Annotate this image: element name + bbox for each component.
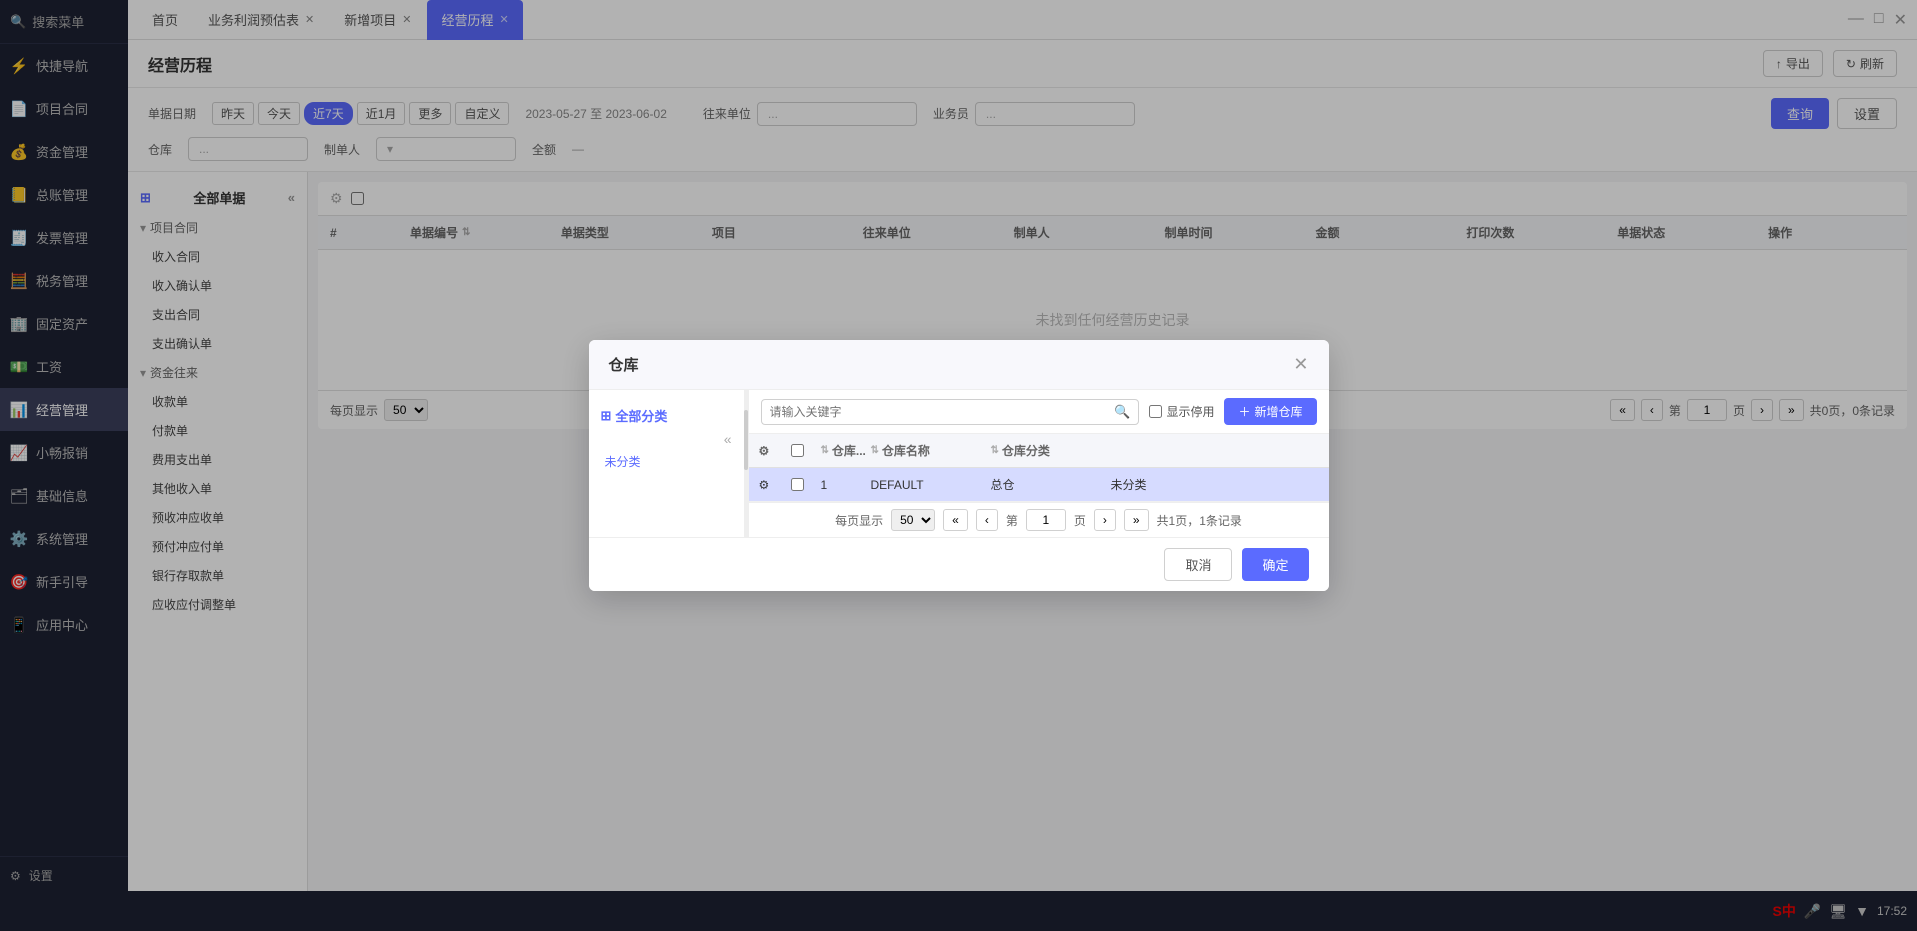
modal-overlay: 仓库 ✕ ⊞ 全部分类 « 未分类	[0, 0, 1917, 931]
modal-toolbar: 🔍 显示停用 ＋ 新增仓库	[749, 390, 1329, 434]
modal-per-page-select[interactable]: 50	[891, 509, 935, 531]
all-category-icon: ⊞	[601, 408, 612, 424]
modal-table-footer: 每页显示 50 « ‹ 第 页 › » 共1页，1条记录	[749, 502, 1329, 537]
modal-confirm-button[interactable]: 确定	[1242, 548, 1308, 581]
modal-title: 仓库	[609, 354, 639, 375]
modal-th-check	[781, 434, 811, 467]
row-checkbox[interactable]	[791, 478, 804, 491]
modal-left-unclassified[interactable]: 未分类	[589, 447, 748, 476]
row-id: DEFAULT	[861, 468, 981, 501]
modal-table: ⚙ ⇅ 仓库... ⇅ 仓库名称 ⇅	[749, 434, 1329, 502]
modal-left-header: ⊞ 全部分类	[589, 400, 748, 431]
modal-next-page[interactable]: ›	[1094, 509, 1116, 531]
show-disabled-checkbox[interactable]	[1149, 405, 1162, 418]
show-disabled-label: 显示停用	[1166, 403, 1214, 420]
add-warehouse-label: 新增仓库	[1254, 403, 1302, 420]
modal-left-panel: ⊞ 全部分类 « 未分类	[589, 390, 749, 537]
modal-page-label: 第	[1006, 512, 1018, 529]
row-settings-icon: ⚙	[749, 468, 781, 501]
modal-footer-actions: 取消 确定	[589, 537, 1329, 591]
row-num: 1	[811, 468, 861, 501]
modal-total-records: 共1页，1条记录	[1157, 512, 1242, 529]
all-category-label[interactable]: 全部分类	[615, 406, 667, 425]
modal-first-page[interactable]: «	[943, 509, 968, 531]
table-row[interactable]: ⚙ 1 DEFAULT 总仓 未分类	[749, 468, 1329, 502]
row-category: 未分类	[1101, 468, 1329, 501]
modal-th-settings: ⚙	[749, 434, 781, 467]
modal-left-scrollbar	[744, 390, 748, 537]
modal-th-num: ⇅ 仓库...	[811, 434, 861, 467]
modal-left-collapse-icon[interactable]: «	[724, 431, 732, 447]
modal-header: 仓库 ✕	[589, 340, 1329, 390]
modal-search-input[interactable]	[770, 405, 1109, 419]
add-warehouse-button[interactable]: ＋ 新增仓库	[1224, 398, 1316, 425]
sort-icon-name: ⇅	[871, 445, 879, 456]
modal-select-all[interactable]	[791, 444, 804, 457]
modal-right-panel: 🔍 显示停用 ＋ 新增仓库 ⚙	[749, 390, 1329, 537]
sort-icon-num: ⇅	[821, 445, 829, 456]
modal-search-box: 🔍	[761, 399, 1140, 425]
warehouse-modal: 仓库 ✕ ⊞ 全部分类 « 未分类	[589, 340, 1329, 591]
modal-th-category: ⇅ 仓库分类	[981, 434, 1329, 467]
modal-left-scrollbar-thumb	[744, 410, 748, 470]
modal-page-suffix: 页	[1074, 512, 1086, 529]
modal-table-header: ⚙ ⇅ 仓库... ⇅ 仓库名称 ⇅	[749, 434, 1329, 468]
modal-last-page[interactable]: »	[1124, 509, 1149, 531]
modal-prev-page[interactable]: ‹	[976, 509, 998, 531]
modal-body: ⊞ 全部分类 « 未分类 🔍	[589, 390, 1329, 537]
show-disabled-checkbox-label: 显示停用	[1149, 403, 1214, 420]
modal-search-icon: 🔍	[1114, 404, 1130, 420]
row-checkbox-cell	[781, 468, 811, 501]
add-icon: ＋	[1238, 403, 1250, 420]
modal-th-name: ⇅ 仓库名称	[861, 434, 981, 467]
modal-page-input[interactable]	[1026, 509, 1066, 531]
modal-per-page-label: 每页显示	[835, 512, 883, 529]
row-name: 总仓	[981, 468, 1101, 501]
modal-close-button[interactable]: ✕	[1293, 354, 1308, 375]
modal-cancel-button[interactable]: 取消	[1164, 548, 1232, 581]
sort-icon-category: ⇅	[991, 445, 999, 456]
